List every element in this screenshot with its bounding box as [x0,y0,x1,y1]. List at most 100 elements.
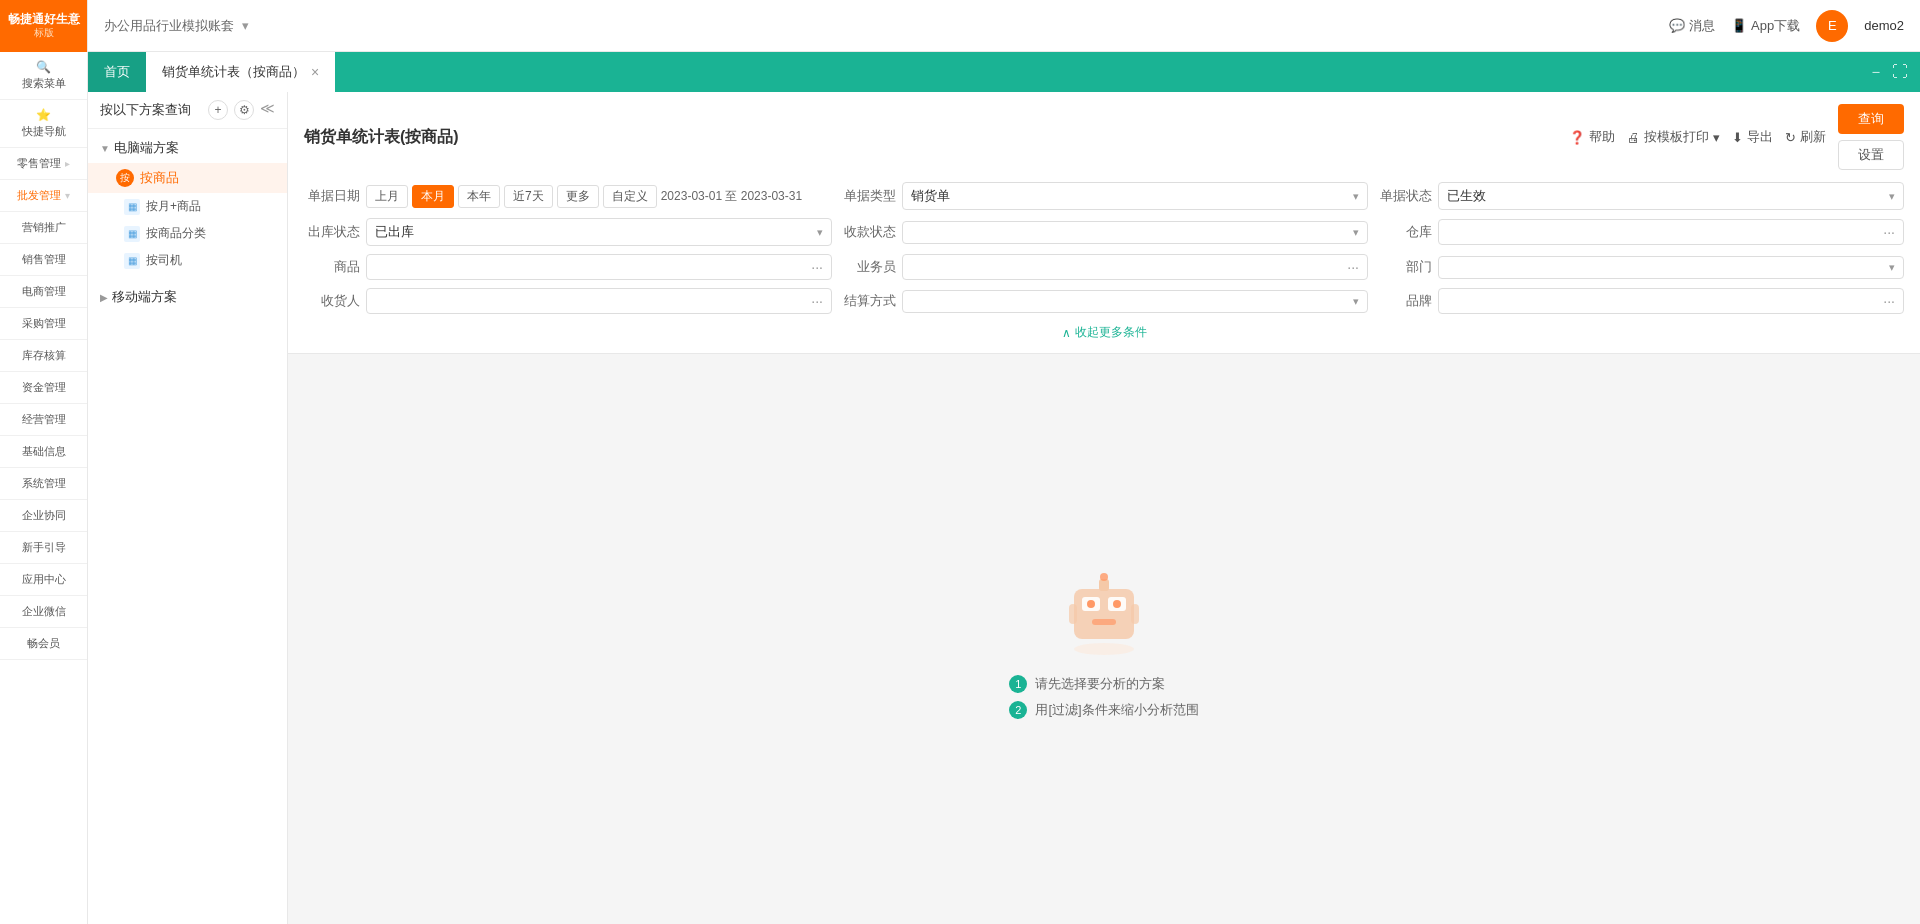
custom-date-button[interactable]: 自定义 [603,185,657,208]
export-label: 导出 [1747,128,1773,146]
filter-row-4: 收货人 ··· 结算方式 ▾ 品牌 [304,288,1904,314]
out-status-filter-cell: 出库状态 已出库 ▾ [304,218,832,246]
scheme-item-by-goods[interactable]: 按 按商品 [88,163,287,193]
svg-point-4 [1087,600,1095,608]
sidebar-item-system[interactable]: 系统管理 [0,468,87,500]
add-scheme-button[interactable]: + [208,100,228,120]
payment-select[interactable]: ▾ [902,290,1368,313]
sidebar-label-inventory: 库存核算 [22,348,66,363]
sidebar-label-apps: 应用中心 [22,572,66,587]
recipient-dots-icon: ··· [811,293,823,309]
sidebar-label-newbie: 新手引导 [22,540,66,555]
star-icon: ⭐ [36,108,51,122]
doc-status-select[interactable]: 已生效 ▾ [1438,182,1904,210]
minimize-icon[interactable]: － [1868,62,1884,83]
sidebar-label-collab: 企业协同 [22,508,66,523]
brand-filter-cell: 品牌 ··· [1376,288,1904,314]
more-date-button[interactable]: 更多 [557,185,599,208]
sidebar-label-business: 经营管理 [22,412,66,427]
maximize-icon[interactable]: ⛶ [1892,63,1908,81]
sidebar-item-retail[interactable]: 零售管理 ▸ [0,148,87,180]
tab-spacer [335,52,1856,92]
username-label[interactable]: demo2 [1864,18,1904,33]
doc-status-label: 单据状态 [1376,187,1432,205]
brand-input[interactable]: ··· [1438,288,1904,314]
message-button[interactable]: 💬 消息 [1669,17,1715,35]
doc-type-select[interactable]: 销货单 ▾ [902,182,1368,210]
sidebar-item-apps[interactable]: 应用中心 [0,564,87,596]
refresh-button[interactable]: ↻ 刷新 [1785,128,1826,146]
help-button[interactable]: ❓ 帮助 [1569,128,1615,146]
receipt-status-filter-cell: 收款状态 ▾ [840,221,1368,244]
svg-rect-9 [1069,604,1077,624]
department-caret-icon: ▾ [1889,261,1895,274]
avatar[interactable]: E [1816,10,1848,42]
salesman-input[interactable]: ··· [902,254,1368,280]
sidebar-item-finance[interactable]: 资金管理 [0,372,87,404]
out-status-value: 已出库 [375,223,414,241]
scheme-icon: 按 [116,169,134,187]
collapse-panel-button[interactable]: ≪ [260,100,275,120]
out-status-select[interactable]: 已出库 ▾ [366,218,832,246]
doc-type-caret-icon: ▾ [1353,190,1359,203]
settings-button[interactable]: 设置 [1838,140,1904,170]
scheme-sub-driver[interactable]: ▦ 按司机 [88,247,287,274]
sidebar-item-quicknav[interactable]: ⭐ 快捷导航 [0,100,87,148]
app-logo[interactable]: 畅捷通好生意 标版 [0,0,87,52]
sidebar-item-collab[interactable]: 企业协同 [0,500,87,532]
sidebar-item-member[interactable]: 畅会员 [0,628,87,660]
this-month-button[interactable]: 本月 [412,185,454,208]
sidebar-item-business[interactable]: 经营管理 [0,404,87,436]
sidebar: 畅捷通好生意 标版 🔍 搜索菜单 ⭐ 快捷导航 零售管理 ▸ 批发管理 ▾ 营销… [0,0,88,924]
window-buttons: － ⛶ [1856,52,1920,92]
pc-group-header[interactable]: ▼ 电脑端方案 [88,133,287,163]
active-tab-label: 销货单统计表（按商品） [162,63,305,81]
mobile-group-label: 移动端方案 [112,288,177,306]
main-area: 办公用品行业模拟账套 ▾ 💬 消息 📱 App下载 E demo2 首页 销货单… [88,0,1920,924]
tab-close-icon[interactable]: × [311,64,319,80]
sidebar-item-ecommerce[interactable]: 电商管理 [0,276,87,308]
sidebar-item-search[interactable]: 🔍 搜索菜单 [0,52,87,100]
recipient-label: 收货人 [304,292,360,310]
warehouse-input[interactable]: ··· [1438,219,1904,245]
svg-point-8 [1100,573,1108,581]
collapse-button[interactable]: ∧ 收起更多条件 [1062,324,1147,341]
sidebar-item-inventory[interactable]: 库存核算 [0,340,87,372]
breadcrumb-dropdown-icon[interactable]: ▾ [242,18,249,33]
department-select[interactable]: ▾ [1438,256,1904,279]
sidebar-label-wholesale: 批发管理 [17,188,61,203]
app-download-button[interactable]: 📱 App下载 [1731,17,1800,35]
tab-home[interactable]: 首页 [88,52,146,92]
sidebar-item-basic[interactable]: 基础信息 [0,436,87,468]
sidebar-item-purchase[interactable]: 采购管理 [0,308,87,340]
filter-row-3: 商品 ··· 业务员 ··· 部门 [304,254,1904,280]
download-icon: 📱 [1731,18,1747,33]
receipt-status-select[interactable]: ▾ [902,221,1368,244]
message-icon: 💬 [1669,18,1685,33]
sidebar-item-newbie[interactable]: 新手引导 [0,532,87,564]
goods-input[interactable]: ··· [366,254,832,280]
print-dropdown-icon[interactable]: ▾ [1713,130,1720,145]
this-year-button[interactable]: 本年 [458,185,500,208]
sidebar-label-wechat: 企业微信 [22,604,66,619]
prev-month-button[interactable]: 上月 [366,185,408,208]
doc-type-label: 单据类型 [840,187,896,205]
print-button[interactable]: 🖨 按模板打印 ▾ [1627,128,1720,146]
mobile-group-header[interactable]: ▶ 移动端方案 [88,282,287,312]
sidebar-item-sales[interactable]: 销售管理 [0,244,87,276]
tab-active[interactable]: 销货单统计表（按商品） × [146,52,335,92]
sidebar-item-marketing[interactable]: 营销推广 [0,212,87,244]
sidebar-item-wechat[interactable]: 企业微信 [0,596,87,628]
breadcrumb: 办公用品行业模拟账套 [104,17,234,35]
brand-dots-icon: ··· [1883,293,1895,309]
query-button[interactable]: 查询 [1838,104,1904,134]
sidebar-item-wholesale[interactable]: 批发管理 ▾ [0,180,87,212]
topbar: 办公用品行业模拟账套 ▾ 💬 消息 📱 App下载 E demo2 [88,0,1920,52]
last7-button[interactable]: 近7天 [504,185,553,208]
scheme-sub-month-goods[interactable]: ▦ 按月+商品 [88,193,287,220]
scheme-sub-category[interactable]: ▦ 按商品分类 [88,220,287,247]
svg-point-0 [1074,643,1134,655]
export-button[interactable]: ⬇ 导出 [1732,128,1773,146]
edit-scheme-button[interactable]: ⚙ [234,100,254,120]
recipient-input[interactable]: ··· [366,288,832,314]
